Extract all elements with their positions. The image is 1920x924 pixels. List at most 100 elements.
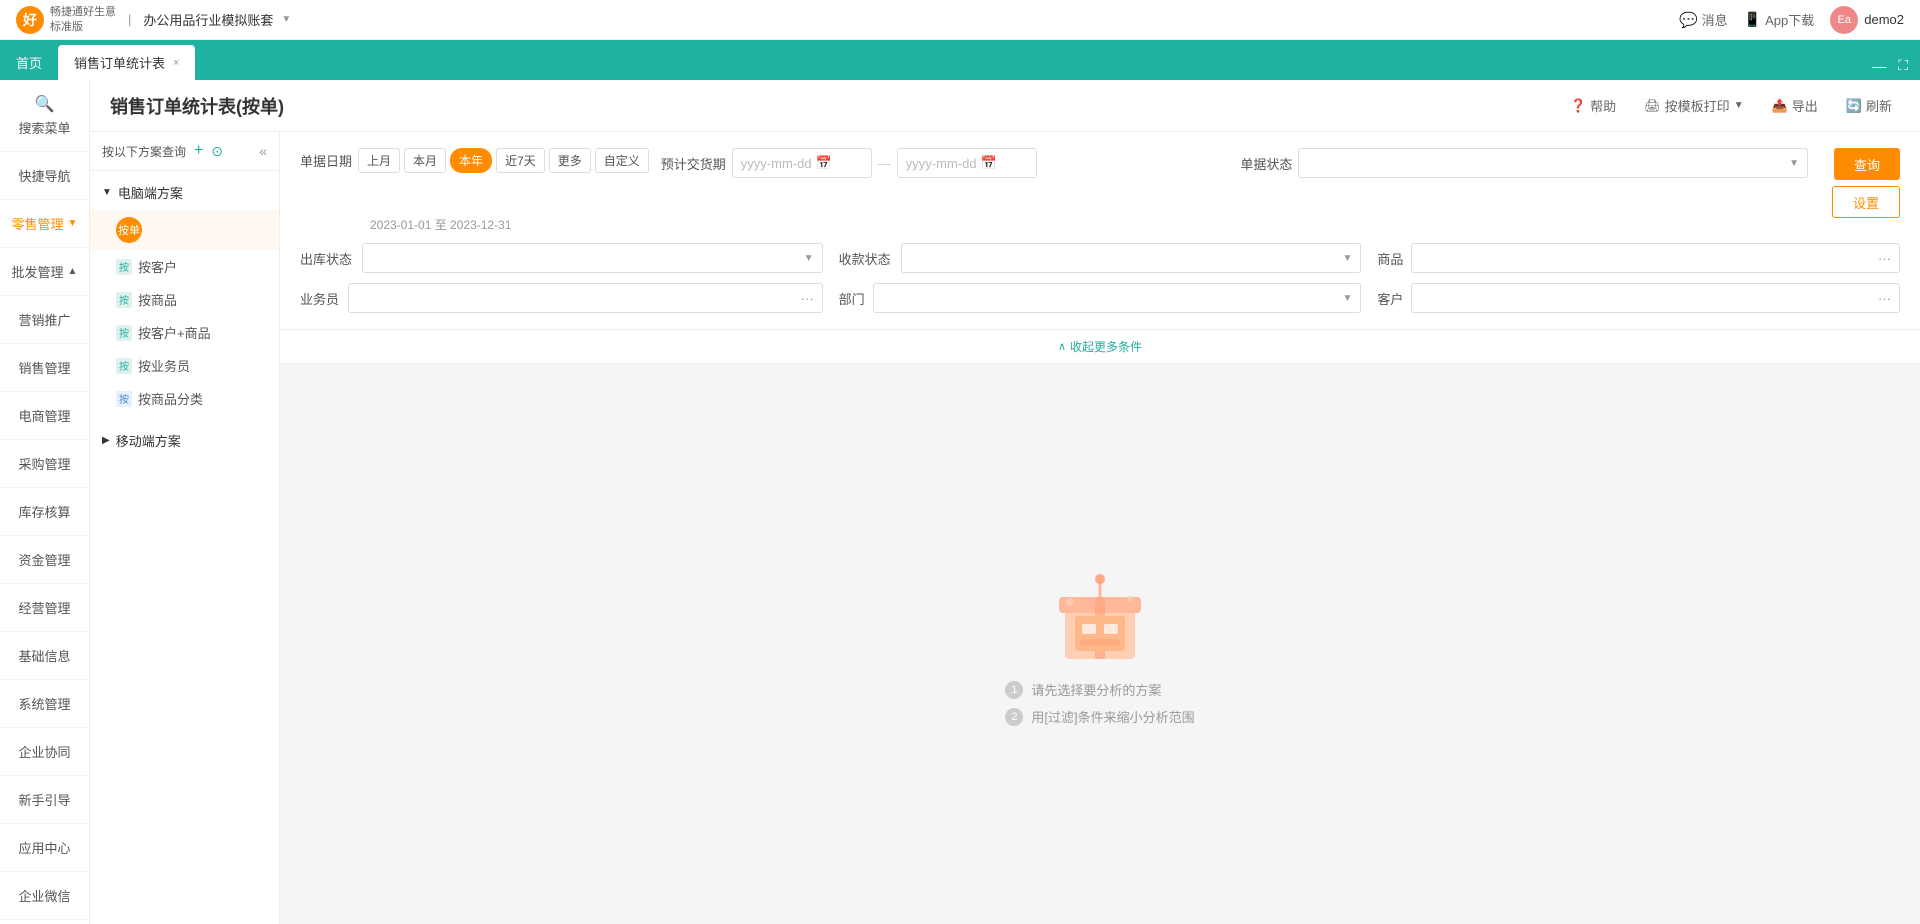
- sidebar-item-quick-nav[interactable]: 快捷导航: [0, 152, 89, 200]
- sidebar-item-marketing[interactable]: 营销推广: [0, 296, 89, 344]
- query-button[interactable]: 查询: [1834, 148, 1900, 180]
- refresh-button[interactable]: 🔄 刷新: [1838, 92, 1900, 119]
- panel-label: 按以下方案查询: [102, 143, 186, 160]
- sidebar-item-basic[interactable]: 基础信息: [0, 632, 89, 680]
- date-btn-more[interactable]: 更多: [549, 148, 591, 173]
- dropdown-title[interactable]: 办公用品行业模拟账套: [143, 10, 273, 29]
- hint-1: 1 请先选择要分析的方案: [1005, 680, 1194, 699]
- scheme-item-by-category[interactable]: 按 按商品分类: [90, 382, 279, 415]
- print-button[interactable]: 🖨 按模板打印 ▼: [1636, 92, 1751, 119]
- sidebar-item-enterprise[interactable]: 企业协同: [0, 728, 89, 776]
- calendar-icon: 📅: [816, 155, 832, 171]
- scheme-parent-mobile[interactable]: ▶ 移动端方案: [90, 423, 279, 458]
- content-area: 销售订单统计表(按单) ❓ 帮助 🖨 按模板打印 ▼ 📤 导出 🔄 刷新: [90, 80, 1920, 924]
- sidebar-item-search[interactable]: 🔍 搜索菜单: [0, 80, 89, 152]
- print-dropdown-icon: ▼: [1734, 100, 1744, 111]
- dept-select[interactable]: ▼: [873, 283, 1362, 313]
- filter-row-1: 单据日期 上月 本月 本年 近7天 更多 自定义: [300, 148, 1900, 218]
- payment-status-group: 收款状态 ▼: [839, 243, 1362, 273]
- app-download-button[interactable]: 📱 App下载: [1744, 10, 1815, 29]
- dropdown-arrow-icon[interactable]: ▼: [281, 14, 291, 25]
- help-button[interactable]: ❓ 帮助: [1562, 92, 1624, 119]
- status-select[interactable]: ▼: [1298, 148, 1808, 178]
- user-area[interactable]: Ea demo2: [1830, 6, 1904, 34]
- salesperson-group: 业务员 ···: [300, 283, 823, 313]
- scheme-section-mobile: ▶ 移动端方案: [90, 419, 279, 462]
- scheme-parent-pc[interactable]: ▼ 电脑端方案: [90, 175, 279, 210]
- expected-date-group: 预计交货期 yyyy-mm-dd 📅 — yyyy-mm-dd 📅: [661, 148, 1229, 178]
- date-filter-label: 单据日期: [300, 151, 352, 170]
- scheme-item-by-salesperson[interactable]: 按 按业务员: [90, 349, 279, 382]
- payment-status-select[interactable]: ▼: [901, 243, 1362, 273]
- date-buttons-group: 上月 本月 本年 近7天 更多 自定义: [358, 148, 649, 173]
- tab-maximize-icon[interactable]: ⛶: [1894, 55, 1912, 76]
- out-status-group: 出库状态 ▼: [300, 243, 823, 273]
- calendar-icon-2: 📅: [981, 155, 997, 171]
- tab-home[interactable]: 首页: [0, 45, 58, 80]
- export-icon: 📤: [1772, 98, 1788, 114]
- scheme-item-by-order[interactable]: 按单: [90, 210, 279, 250]
- sidebar-item-system[interactable]: 系统管理: [0, 680, 89, 728]
- add-scheme-button[interactable]: +: [194, 142, 203, 160]
- date-btn-last-month[interactable]: 上月: [358, 148, 400, 173]
- sidebar-item-app-center[interactable]: 应用中心: [0, 824, 89, 872]
- scheme-item-by-product[interactable]: 按 按商品: [90, 283, 279, 316]
- sidebar-item-newbie[interactable]: 新手引导: [0, 776, 89, 824]
- logo-area: 好 畅捷通好生意 标准版: [16, 5, 116, 34]
- product-more-icon: ···: [1878, 251, 1891, 266]
- date-btn-last-7[interactable]: 近7天: [496, 148, 545, 173]
- main-layout: 🔍 搜索菜单 快捷导航 零售管理 ▼ 批发管理 ▲ 营销推广 销售管理 电商管理…: [0, 80, 1920, 924]
- scheme-icon-cust-prod: 按: [116, 325, 132, 341]
- scheme-item-by-customer[interactable]: 按 按客户: [90, 250, 279, 283]
- tab-sales-order[interactable]: 销售订单统计表 ×: [58, 45, 195, 80]
- logo-icon: 好: [16, 6, 44, 34]
- date-btn-custom[interactable]: 自定义: [595, 148, 649, 173]
- collapse-panel-button[interactable]: «: [259, 143, 267, 159]
- tab-minimize-icon[interactable]: —: [1868, 56, 1890, 76]
- product-select[interactable]: ···: [1411, 243, 1900, 273]
- message-icon: 💬: [1679, 11, 1698, 29]
- filter-area: 单据日期 上月 本月 本年 近7天 更多 自定义: [280, 132, 1920, 330]
- customer-select[interactable]: ···: [1411, 283, 1900, 313]
- sidebar-item-ecommerce[interactable]: 电商管理: [0, 392, 89, 440]
- page-header: 销售订单统计表(按单) ❓ 帮助 🖨 按模板打印 ▼ 📤 导出 🔄 刷新: [90, 80, 1920, 132]
- sidebar-item-retail[interactable]: 零售管理 ▼: [0, 200, 89, 248]
- scheme-item-by-customer-product[interactable]: 按 按客户+商品: [90, 316, 279, 349]
- edit-scheme-button[interactable]: ⊙: [211, 143, 223, 160]
- salesperson-label: 业务员: [300, 289, 342, 308]
- customer-label: 客户: [1377, 289, 1405, 308]
- customer-group: 客户 ···: [1377, 283, 1900, 313]
- help-icon: ❓: [1570, 98, 1586, 114]
- sidebar-item-enterprise-wechat[interactable]: 企业微信: [0, 872, 89, 920]
- product-label: 商品: [1377, 249, 1405, 268]
- filter-action-buttons: 查询 设置: [1832, 148, 1900, 218]
- scheme-icon-sales: 按: [116, 358, 132, 374]
- sidebar-item-sales-mgmt[interactable]: 销售管理: [0, 344, 89, 392]
- filter-row-2: 出库状态 ▼ 收款状态 ▼: [300, 243, 1900, 273]
- date-btn-this-year[interactable]: 本年: [450, 148, 492, 173]
- expected-date-from[interactable]: yyyy-mm-dd 📅: [732, 148, 872, 178]
- sidebar-item-member[interactable]: 畅会员: [0, 920, 89, 924]
- sidebar-item-wholesale[interactable]: 批发管理 ▲: [0, 248, 89, 296]
- date-btn-this-month[interactable]: 本月: [404, 148, 446, 173]
- export-button[interactable]: 📤 导出: [1764, 92, 1826, 119]
- status-filter-group: 单据状态 ▼: [1240, 148, 1808, 178]
- collapse-bar[interactable]: ∧ 收起更多条件: [280, 330, 1920, 364]
- sidebar-item-inventory[interactable]: 库存核算: [0, 488, 89, 536]
- salesperson-select[interactable]: ···: [348, 283, 823, 313]
- dept-group: 部门 ▼: [839, 283, 1362, 313]
- message-button[interactable]: 💬 消息: [1679, 10, 1728, 29]
- sidebar-item-purchase[interactable]: 采购管理: [0, 440, 89, 488]
- date-filter-group: 单据日期 上月 本月 本年 近7天 更多 自定义: [300, 148, 649, 173]
- mobile-arrow-icon: ▶: [102, 435, 110, 446]
- date-range-display: 2023-01-01 至 2023-12-31: [370, 216, 1900, 233]
- page-actions: ❓ 帮助 🖨 按模板打印 ▼ 📤 导出 🔄 刷新: [1562, 92, 1900, 119]
- tab-close-icon[interactable]: ×: [173, 57, 179, 69]
- sidebar-item-operations[interactable]: 经营管理: [0, 584, 89, 632]
- sidebar-item-finance[interactable]: 资金管理: [0, 536, 89, 584]
- empty-illustration: [1045, 554, 1155, 664]
- expected-date-to[interactable]: yyyy-mm-dd 📅: [897, 148, 1037, 178]
- out-status-select[interactable]: ▼: [362, 243, 823, 273]
- settings-button[interactable]: 设置: [1832, 186, 1900, 218]
- hint-2: 2 用[过滤]条件来缩小分析范围: [1005, 707, 1194, 726]
